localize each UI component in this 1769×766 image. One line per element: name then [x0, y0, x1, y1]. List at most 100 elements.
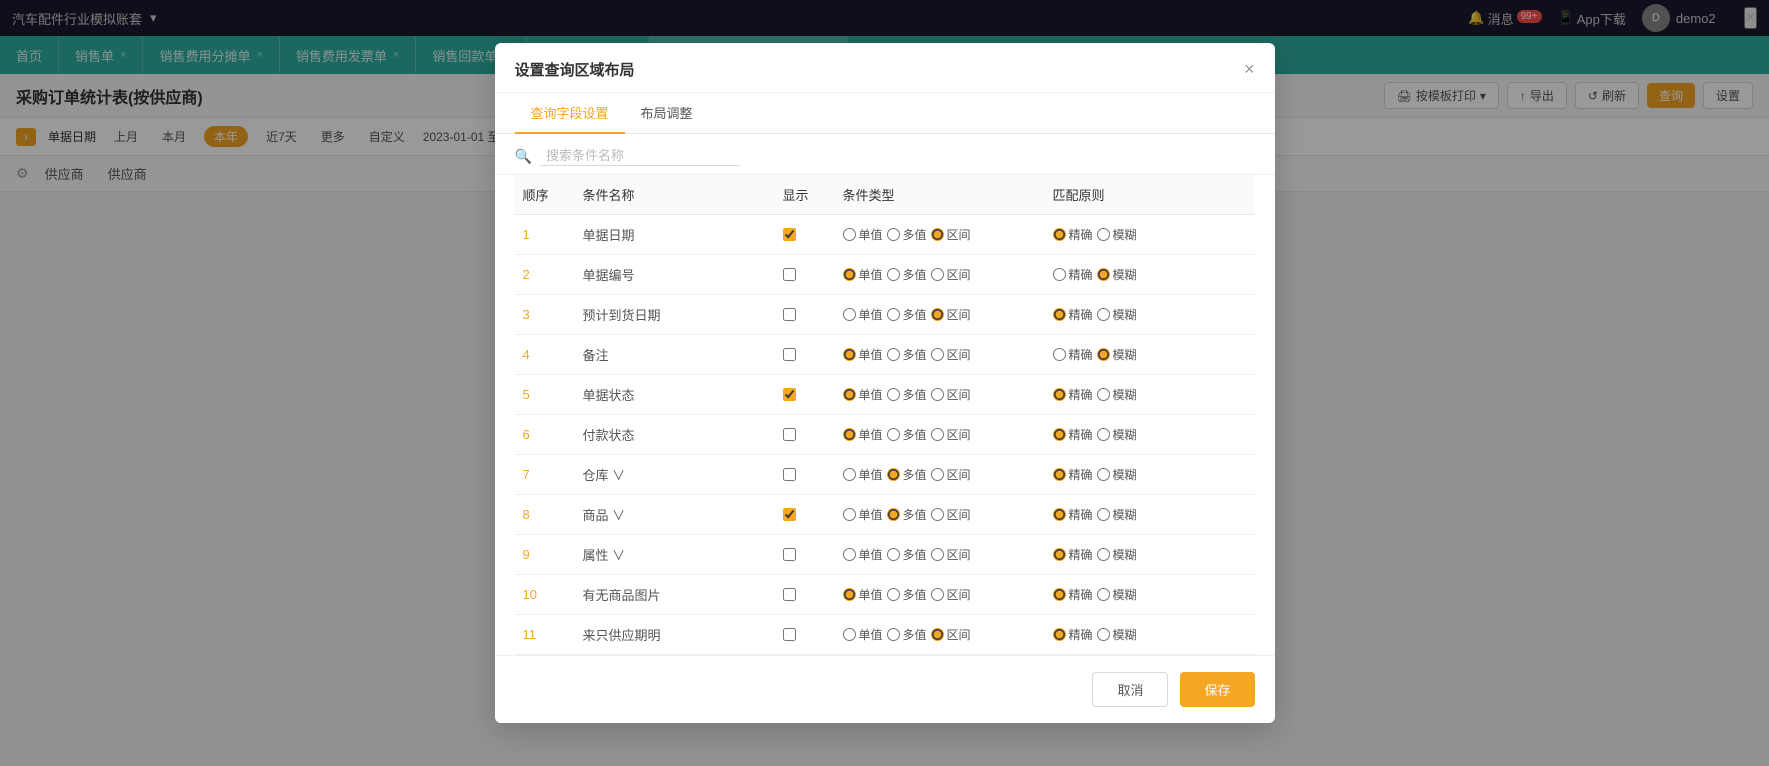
radio-exact-6[interactable]: 精确 [1053, 466, 1093, 483]
radio-fuzzy-8[interactable]: 模糊 [1097, 546, 1137, 563]
display-checkbox-4[interactable] [783, 388, 796, 401]
display-checkbox-6[interactable] [783, 468, 796, 481]
row-order-0: 1 [515, 217, 575, 252]
radio-multi-4[interactable]: 多值 [887, 386, 927, 403]
radio-exact-1[interactable]: 精确 [1053, 266, 1093, 283]
modal-tab-field-settings[interactable]: 查询字段设置 [515, 93, 625, 134]
cancel-button[interactable]: 取消 [1092, 672, 1168, 707]
radio-multi-8[interactable]: 多值 [887, 546, 927, 563]
radio-fuzzy-4[interactable]: 模糊 [1097, 386, 1137, 403]
radio-fuzzy-7[interactable]: 模糊 [1097, 506, 1137, 523]
table-row: 2单据编号单值多值区间精确模糊 [515, 255, 1255, 295]
radio-range-9[interactable]: 区间 [931, 586, 971, 603]
radio-exact-10[interactable]: 精确 [1053, 626, 1093, 643]
radio-multi-1[interactable]: 多值 [887, 266, 927, 283]
radio-range-7[interactable]: 区间 [931, 506, 971, 523]
row-order-4: 5 [515, 377, 575, 412]
row-condition-type-2: 单值多值区间 [835, 296, 1045, 333]
row-name-5: 付款状态 [575, 415, 775, 454]
display-checkbox-8[interactable] [783, 548, 796, 561]
row-display-7[interactable] [775, 498, 835, 531]
radio-fuzzy-1[interactable]: 模糊 [1097, 266, 1137, 283]
radio-fuzzy-10[interactable]: 模糊 [1097, 626, 1137, 643]
row-display-6[interactable] [775, 458, 835, 491]
display-checkbox-0[interactable] [783, 228, 796, 241]
radio-multi-3[interactable]: 多值 [887, 346, 927, 363]
radio-range-5[interactable]: 区间 [931, 426, 971, 443]
display-checkbox-5[interactable] [783, 428, 796, 441]
radio-multi-10[interactable]: 多值 [887, 626, 927, 643]
row-display-9[interactable] [775, 578, 835, 611]
row-order-1: 2 [515, 257, 575, 292]
radio-range-8[interactable]: 区间 [931, 546, 971, 563]
radio-exact-3[interactable]: 精确 [1053, 346, 1093, 363]
radio-single-2[interactable]: 单值 [843, 306, 883, 323]
row-match-rule-10: 精确模糊 [1045, 616, 1255, 653]
radio-range-4[interactable]: 区间 [931, 386, 971, 403]
row-display-1[interactable] [775, 258, 835, 291]
row-display-2[interactable] [775, 298, 835, 331]
radio-fuzzy-5[interactable]: 模糊 [1097, 426, 1137, 443]
radio-multi-2[interactable]: 多值 [887, 306, 927, 323]
row-name-2: 预计到货日期 [575, 295, 775, 334]
radio-multi-7[interactable]: 多值 [887, 506, 927, 523]
radio-fuzzy-2[interactable]: 模糊 [1097, 306, 1137, 323]
row-order-6: 7 [515, 457, 575, 492]
radio-single-7[interactable]: 单值 [843, 506, 883, 523]
radio-single-4[interactable]: 单值 [843, 386, 883, 403]
row-display-8[interactable] [775, 538, 835, 571]
radio-single-3[interactable]: 单值 [843, 346, 883, 363]
radio-range-0[interactable]: 区间 [931, 226, 971, 243]
radio-single-6[interactable]: 单值 [843, 466, 883, 483]
search-input[interactable] [540, 146, 740, 166]
radio-fuzzy-0[interactable]: 模糊 [1097, 226, 1137, 243]
radio-exact-2[interactable]: 精确 [1053, 306, 1093, 323]
radio-fuzzy-6[interactable]: 模糊 [1097, 466, 1137, 483]
display-checkbox-10[interactable] [783, 628, 796, 641]
radio-range-2[interactable]: 区间 [931, 306, 971, 323]
radio-fuzzy-9[interactable]: 模糊 [1097, 586, 1137, 603]
radio-range-10[interactable]: 区间 [931, 626, 971, 643]
radio-exact-9[interactable]: 精确 [1053, 586, 1093, 603]
radio-multi-9[interactable]: 多值 [887, 586, 927, 603]
row-display-4[interactable] [775, 378, 835, 411]
display-checkbox-2[interactable] [783, 308, 796, 321]
modal-tab-layout-adjust[interactable]: 布局调整 [625, 93, 709, 134]
radio-single-8[interactable]: 单值 [843, 546, 883, 563]
table-row: 11来只供应期明单值多值区间精确模糊 [515, 615, 1255, 655]
row-display-5[interactable] [775, 418, 835, 451]
radio-range-1[interactable]: 区间 [931, 266, 971, 283]
save-button[interactable]: 保存 [1180, 672, 1254, 707]
row-display-10[interactable] [775, 618, 835, 651]
col-display: 显示 [775, 175, 835, 214]
radio-exact-0[interactable]: 精确 [1053, 226, 1093, 243]
modal-title: 设置查询区域布局 [515, 59, 635, 80]
col-order: 顺序 [515, 175, 575, 214]
radio-exact-4[interactable]: 精确 [1053, 386, 1093, 403]
radio-single-9[interactable]: 单值 [843, 586, 883, 603]
radio-single-1[interactable]: 单值 [843, 266, 883, 283]
row-display-0[interactable] [775, 218, 835, 251]
radio-range-3[interactable]: 区间 [931, 346, 971, 363]
radio-single-0[interactable]: 单值 [843, 226, 883, 243]
radio-single-5[interactable]: 单值 [843, 426, 883, 443]
display-checkbox-1[interactable] [783, 268, 796, 281]
row-display-3[interactable] [775, 338, 835, 371]
radio-multi-0[interactable]: 多值 [887, 226, 927, 243]
radio-exact-8[interactable]: 精确 [1053, 546, 1093, 563]
row-name-8: 属性 ∨ [575, 535, 775, 574]
modal-tab-field-settings-label: 查询字段设置 [531, 106, 609, 121]
display-checkbox-9[interactable] [783, 588, 796, 601]
radio-single-10[interactable]: 单值 [843, 626, 883, 643]
display-checkbox-7[interactable] [783, 508, 796, 521]
radio-range-6[interactable]: 区间 [931, 466, 971, 483]
modal-search-area: 🔍 [495, 134, 1275, 175]
row-order-5: 6 [515, 417, 575, 452]
radio-multi-5[interactable]: 多值 [887, 426, 927, 443]
modal-close-button[interactable]: × [1244, 59, 1255, 80]
radio-multi-6[interactable]: 多值 [887, 466, 927, 483]
radio-exact-7[interactable]: 精确 [1053, 506, 1093, 523]
radio-fuzzy-3[interactable]: 模糊 [1097, 346, 1137, 363]
radio-exact-5[interactable]: 精确 [1053, 426, 1093, 443]
display-checkbox-3[interactable] [783, 348, 796, 361]
